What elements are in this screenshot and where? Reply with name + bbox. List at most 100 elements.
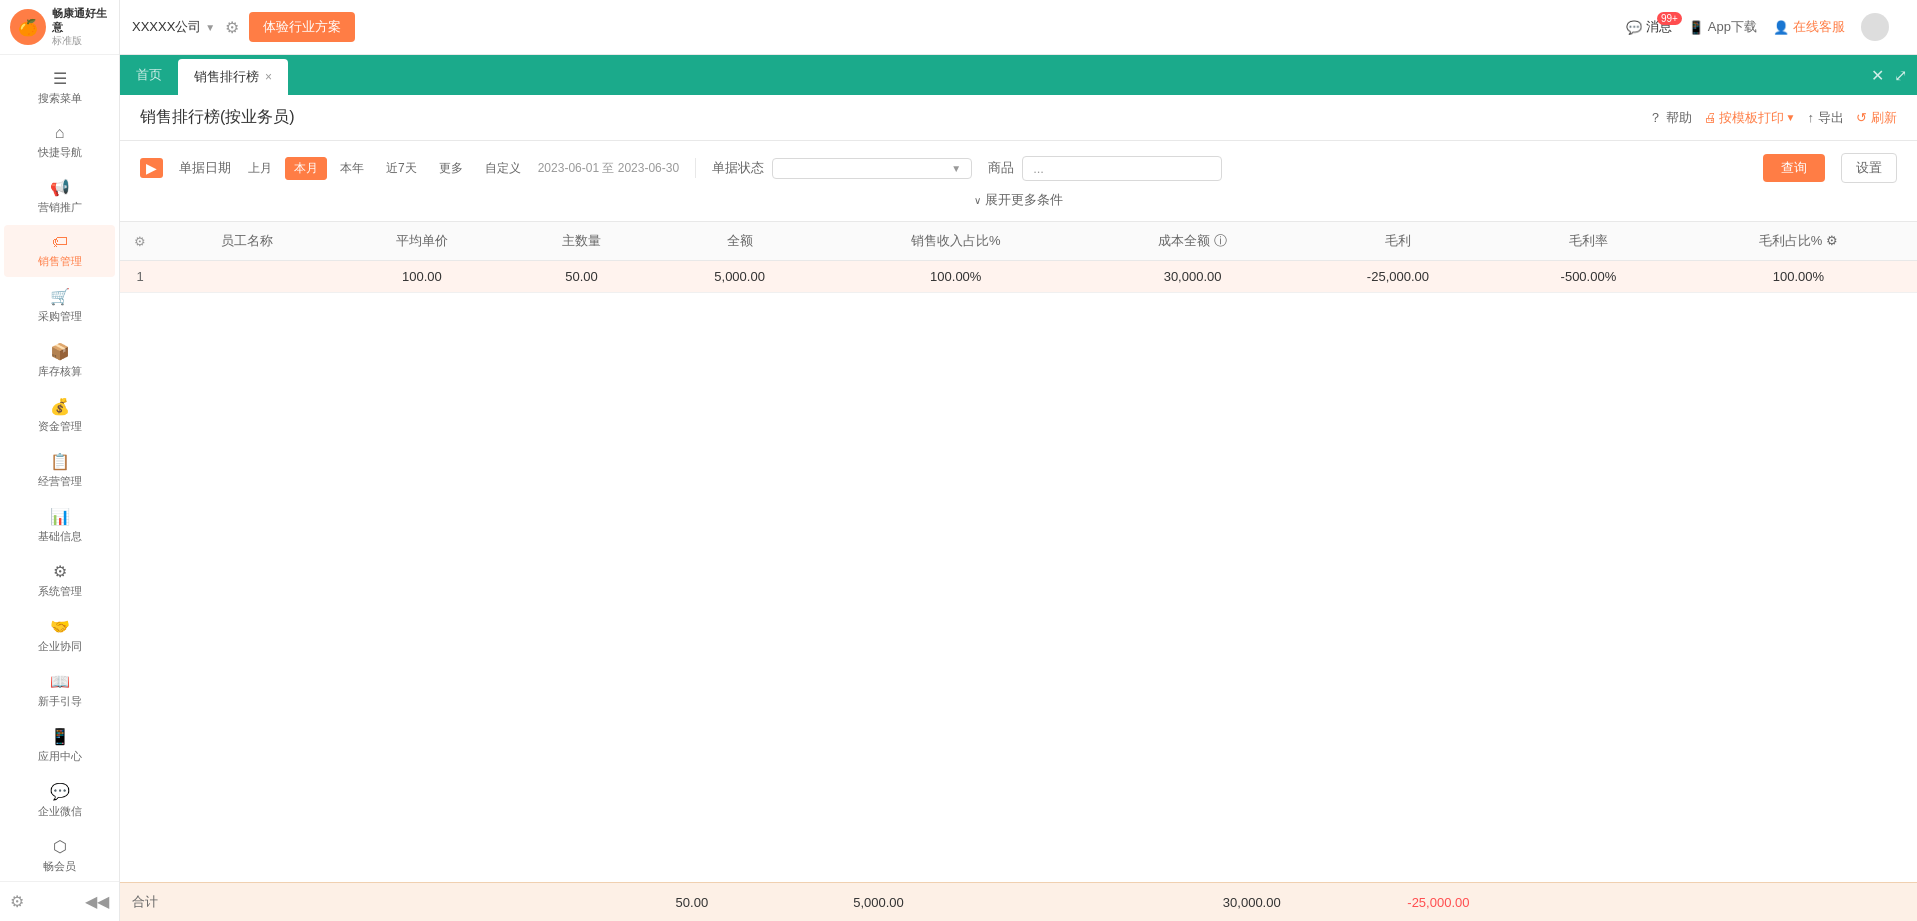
sidebar-item-app-center[interactable]: 📱 应用中心 bbox=[4, 719, 115, 772]
topbar-settings-icon[interactable]: ⚙ bbox=[225, 18, 239, 37]
basic-info-icon: 📊 bbox=[50, 507, 70, 526]
refresh-btn[interactable]: ↺ 刷新 bbox=[1856, 109, 1897, 127]
th-amount: 全额 bbox=[654, 222, 825, 261]
app-download-icon: 📱 bbox=[1688, 20, 1704, 35]
sidebar-item-operation[interactable]: 📋 经营管理 bbox=[4, 444, 115, 497]
help-icon: ？ bbox=[1649, 109, 1662, 127]
sidebar-item-basic-info[interactable]: 📊 基础信息 bbox=[4, 499, 115, 552]
user-avatar[interactable] bbox=[1861, 13, 1889, 41]
tab-home-label: 首页 bbox=[136, 66, 162, 84]
sidebar-item-marketing[interactable]: 📢 营销推广 bbox=[4, 170, 115, 223]
online-service-btn[interactable]: 👤 在线客服 bbox=[1773, 18, 1845, 36]
th-sales-pct: 销售收入占比% bbox=[825, 222, 1086, 261]
weixin-icon: 💬 bbox=[50, 782, 70, 801]
sidebar-item-quick-nav[interactable]: ⌂ 快捷导航 bbox=[4, 116, 115, 168]
tab-expand-icon[interactable]: ⤢ bbox=[1894, 66, 1907, 85]
tab-sales-ranking-label: 销售排行榜 bbox=[194, 68, 259, 86]
sidebar-nav: ☰ 搜索菜单 ⌂ 快捷导航 📢 营销推广 🏷 销售管理 🛒 采购管理 📦 库存核… bbox=[0, 55, 119, 881]
expand-icon: ∨ bbox=[974, 195, 981, 206]
date-range: 2023-06-01 至 2023-06-30 bbox=[538, 160, 679, 177]
page-actions: ？ 帮助 🖨 按模板打印 ▼ ↑ 导出 ↺ 刷新 bbox=[1649, 109, 1897, 127]
table-footer: 合计 50.00 5,000.00 30,000.00 -25,000.00 bbox=[120, 882, 1917, 921]
trial-btn[interactable]: 体验行业方案 bbox=[249, 12, 355, 42]
date-options: 上月 本月 本年 近7天 更多 自定义 bbox=[239, 157, 530, 180]
app-logo: 🍊 畅康通好生意 标准版 bbox=[0, 0, 119, 55]
filter-collapse-btn[interactable]: ▶ bbox=[140, 158, 163, 178]
member-icon: ⬡ bbox=[53, 837, 67, 856]
message-icon: 💬 bbox=[1626, 20, 1642, 35]
sidebar-item-inventory[interactable]: 📦 库存核算 bbox=[4, 334, 115, 387]
date-option-more[interactable]: 更多 bbox=[430, 157, 472, 180]
date-option-custom[interactable]: 自定义 bbox=[476, 157, 530, 180]
data-table-container: ⚙ 员工名称 平均单价 主数量 全额 销售收入占比% 成本全额 ⓘ 毛利 毛利率… bbox=[120, 222, 1917, 882]
message-badge: 99+ bbox=[1657, 12, 1682, 25]
quick-nav-icon: ⌂ bbox=[55, 124, 65, 142]
filter-bar: ▶ 单据日期 上月 本月 本年 近7天 更多 自定义 2023-06-01 至 … bbox=[120, 141, 1917, 222]
topbar: XXXXX公司 ▼ ⚙ 体验行业方案 💬 消息 99+ 📱 App下载 👤 在线… bbox=[120, 0, 1917, 55]
footer-cost: 30,000.00 bbox=[1158, 895, 1345, 910]
filter-row-1: ▶ 单据日期 上月 本月 本年 近7天 更多 自定义 2023-06-01 至 … bbox=[140, 153, 1897, 183]
expand-filter-btn[interactable]: ∨ 展开更多条件 bbox=[140, 191, 1897, 209]
print-btn[interactable]: 🖨 按模板打印 ▼ bbox=[1704, 109, 1796, 127]
service-icon: 👤 bbox=[1773, 20, 1789, 35]
sidebar-item-weixin[interactable]: 💬 企业微信 bbox=[4, 774, 115, 827]
app-name: 畅康通好生意 bbox=[52, 6, 109, 35]
footer-profit: -25,000.00 bbox=[1345, 895, 1532, 910]
th-name: 员工名称 bbox=[160, 222, 335, 261]
refresh-icon: ↺ bbox=[1856, 110, 1867, 125]
cooperation-icon: 🤝 bbox=[50, 617, 70, 636]
footer-label: 合计 bbox=[132, 893, 412, 911]
cell-profit: -25,000.00 bbox=[1299, 261, 1497, 293]
sidebar-item-search[interactable]: ☰ 搜索菜单 bbox=[4, 61, 115, 114]
filter-date-item: 单据日期 上月 本月 本年 近7天 更多 自定义 2023-06-01 至 20… bbox=[179, 157, 679, 180]
filter-settings-btn[interactable]: 设置 bbox=[1841, 153, 1897, 183]
operation-icon: 📋 bbox=[50, 452, 70, 471]
th-settings[interactable]: ⚙ bbox=[120, 222, 160, 261]
guide-icon: 📖 bbox=[50, 672, 70, 691]
filter-goods-item: 商品 ... bbox=[988, 156, 1222, 181]
goods-input[interactable]: ... bbox=[1022, 156, 1222, 181]
sidebar-item-cooperation[interactable]: 🤝 企业协同 bbox=[4, 609, 115, 662]
message-btn[interactable]: 💬 消息 99+ bbox=[1626, 18, 1672, 36]
sidebar-item-system[interactable]: ⚙ 系统管理 bbox=[4, 554, 115, 607]
sidebar: 🍊 畅康通好生意 标准版 ☰ 搜索菜单 ⌂ 快捷导航 📢 营销推广 🏷 销售管理… bbox=[0, 0, 120, 921]
export-icon: ↑ bbox=[1808, 110, 1815, 125]
sidebar-item-member[interactable]: ⬡ 畅会员 bbox=[4, 829, 115, 881]
sidebar-item-purchase[interactable]: 🛒 采购管理 bbox=[4, 279, 115, 332]
cell-name bbox=[160, 261, 335, 293]
date-label: 单据日期 bbox=[179, 159, 231, 177]
expand-label: 展开更多条件 bbox=[985, 191, 1063, 209]
refresh-label: 刷新 bbox=[1871, 109, 1897, 127]
app-download-btn[interactable]: 📱 App下载 bbox=[1688, 18, 1757, 36]
help-label: 帮助 bbox=[1666, 109, 1692, 127]
tab-close-icon[interactable]: × bbox=[265, 70, 272, 84]
tab-home[interactable]: 首页 bbox=[120, 55, 178, 95]
table-header-row: ⚙ 员工名称 平均单价 主数量 全额 销售收入占比% 成本全额 ⓘ 毛利 毛利率… bbox=[120, 222, 1917, 261]
date-option-this-year[interactable]: 本年 bbox=[331, 157, 373, 180]
date-option-this-month[interactable]: 本月 bbox=[285, 157, 327, 180]
export-btn[interactable]: ↑ 导出 bbox=[1808, 109, 1845, 127]
content-area: 销售排行榜(按业务员) ？ 帮助 🖨 按模板打印 ▼ ↑ 导出 ↺ 刷新 bbox=[120, 95, 1917, 921]
status-select[interactable]: ▼ bbox=[772, 158, 972, 179]
tabbar: 首页 销售排行榜 × ✕ ⤢ bbox=[120, 55, 1917, 95]
filter-status-item: 单据状态 ▼ bbox=[712, 158, 972, 179]
settings-footer-icon[interactable]: ⚙ bbox=[10, 892, 24, 911]
help-btn[interactable]: ？ 帮助 bbox=[1649, 109, 1692, 127]
collapse-icon[interactable]: ◀◀ bbox=[85, 892, 109, 911]
cell-rank: 1 bbox=[120, 261, 160, 293]
sidebar-item-guide[interactable]: 📖 新手引导 bbox=[4, 664, 115, 717]
sidebar-item-sales[interactable]: 🏷 销售管理 bbox=[4, 225, 115, 277]
query-btn[interactable]: 查询 bbox=[1763, 154, 1825, 182]
status-dropdown-arrow: ▼ bbox=[951, 163, 961, 174]
tab-sales-ranking[interactable]: 销售排行榜 × bbox=[178, 59, 288, 95]
date-option-last-month[interactable]: 上月 bbox=[239, 157, 281, 180]
cell-profit-rate: -500.00% bbox=[1497, 261, 1680, 293]
company-selector[interactable]: XXXXX公司 ▼ bbox=[132, 18, 215, 36]
date-option-7days[interactable]: 近7天 bbox=[377, 157, 426, 180]
sidebar-item-finance[interactable]: 💰 资金管理 bbox=[4, 389, 115, 442]
tab-close-all-icon[interactable]: ✕ bbox=[1871, 66, 1884, 85]
th-profit: 毛利 bbox=[1299, 222, 1497, 261]
app-version: 标准版 bbox=[52, 34, 109, 48]
cell-qty: 50.00 bbox=[509, 261, 654, 293]
page-header: 销售排行榜(按业务员) ？ 帮助 🖨 按模板打印 ▼ ↑ 导出 ↺ 刷新 bbox=[120, 95, 1917, 141]
